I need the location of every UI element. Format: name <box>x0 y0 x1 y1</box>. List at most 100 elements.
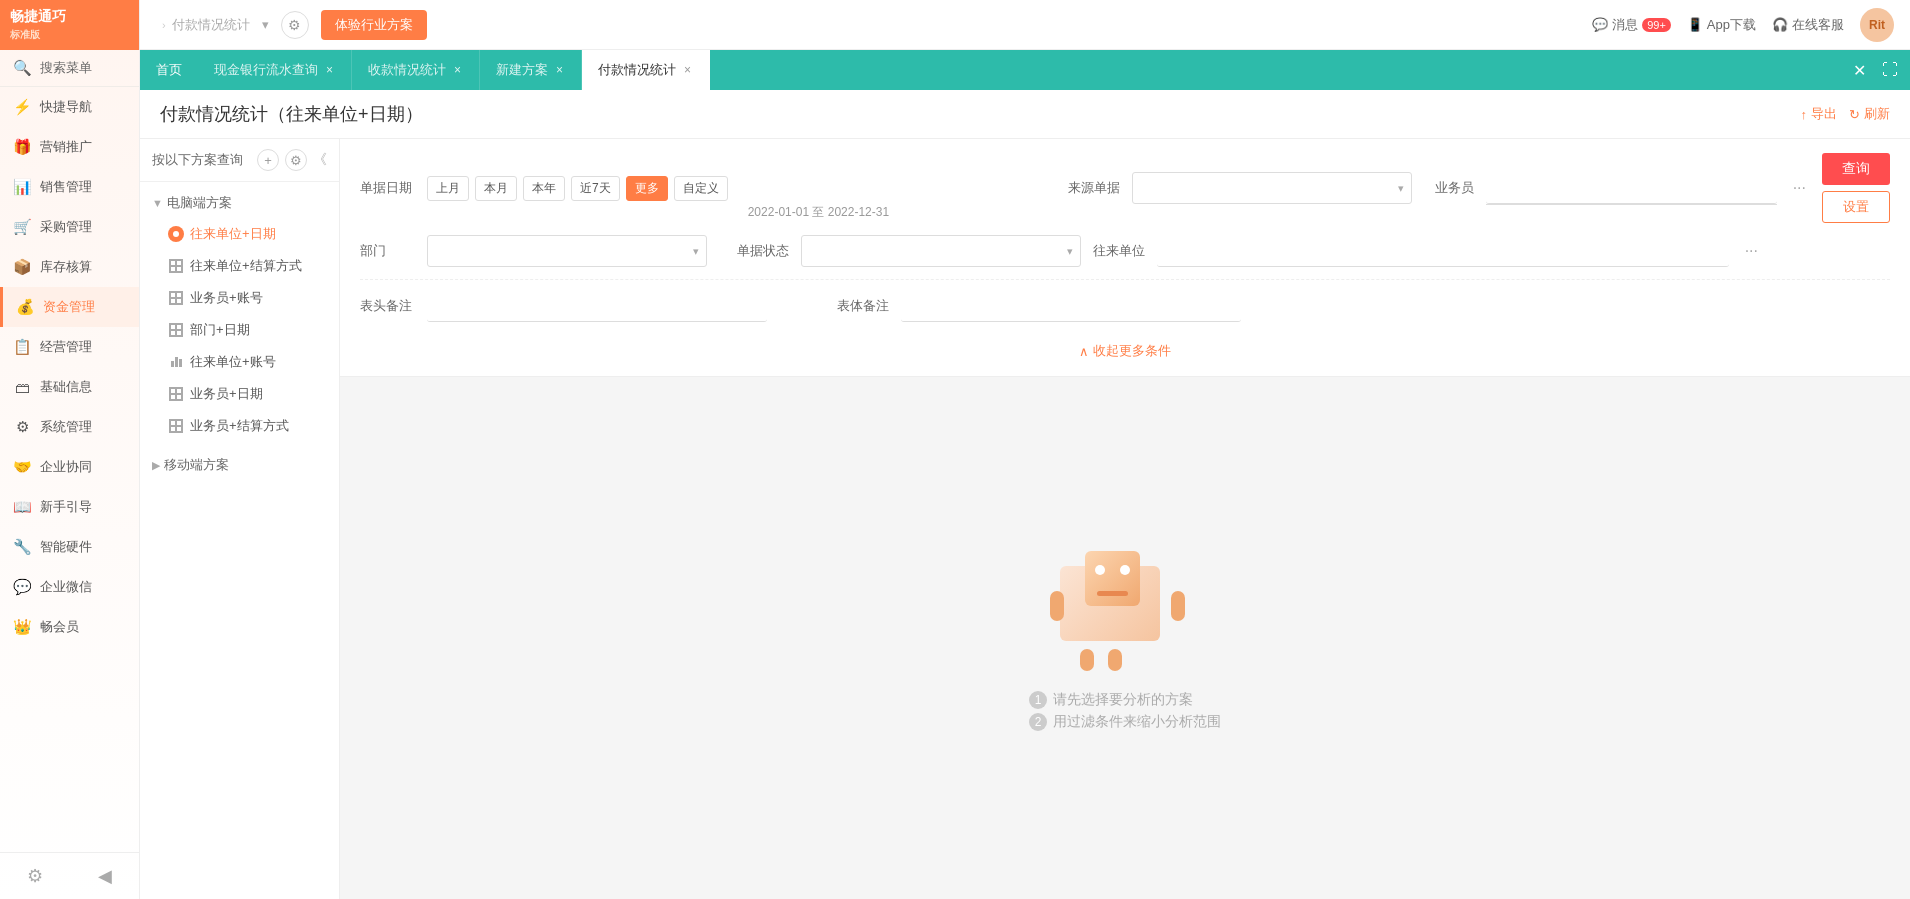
scheme-item-unit-date[interactable]: 往来单位+日期 <box>140 218 339 250</box>
tabbar: 首页 现金银行流水查询 × 收款情况统计 × 新建方案 × 付款情况统计 × ✕… <box>140 50 1910 90</box>
scheme-item-staff-account-icon <box>168 290 184 306</box>
more-dates-button[interactable]: 更多 <box>626 176 668 201</box>
this-month-button[interactable]: 本月 <box>475 176 517 201</box>
scheme-group-desktop-header[interactable]: ▼ 电脑端方案 <box>140 188 339 218</box>
sidebar-search[interactable]: 🔍 搜索菜单 <box>0 50 139 87</box>
sidebar-collapse-button[interactable]: ◀ <box>90 861 120 891</box>
sidebar-item-operations[interactable]: 📋 经营管理 <box>0 327 139 367</box>
tab-maximize-button[interactable]: ⛶ <box>1878 59 1902 81</box>
scheme-add-button[interactable]: + <box>257 149 279 171</box>
try-industry-button[interactable]: 体验行业方案 <box>321 10 427 40</box>
collapse-conditions-button[interactable]: ∧ 收起更多条件 <box>360 334 1890 368</box>
sidebar-item-hardware[interactable]: 🔧 智能硬件 <box>0 527 139 567</box>
tab-home[interactable]: 首页 <box>140 50 198 90</box>
app-download-button[interactable]: 📱 App下载 <box>1687 16 1756 34</box>
staff-label: 业务员 <box>1424 179 1474 197</box>
scheme-item-unit-settle[interactable]: 往来单位+结算方式 <box>140 250 339 282</box>
header-remark-input[interactable] <box>427 290 767 322</box>
tab-bank-flow-close[interactable]: × <box>324 62 335 78</box>
collapse-conditions-label: 收起更多条件 <box>1093 342 1171 360</box>
related-unit-more-button[interactable]: ··· <box>1741 242 1762 260</box>
tab-payment-stats-close[interactable]: × <box>682 62 693 78</box>
sidebar-item-system[interactable]: ⚙ 系统管理 <box>0 407 139 447</box>
online-service-button[interactable]: 🎧 在线客服 <box>1772 16 1844 34</box>
sidebar-item-wechat[interactable]: 💬 企业微信 <box>0 567 139 607</box>
custom-date-button[interactable]: 自定义 <box>674 176 728 201</box>
sidebar-item-inventory[interactable]: 📦 库存核算 <box>0 247 139 287</box>
sidebar-item-sales[interactable]: 📊 销售管理 <box>0 167 139 207</box>
query-button[interactable]: 查询 <box>1822 153 1890 185</box>
refresh-button[interactable]: ↻ 刷新 <box>1849 105 1890 123</box>
filter-settings-button[interactable]: 设置 <box>1822 191 1890 223</box>
sidebar-item-basic-info[interactable]: 🗃 基础信息 <box>0 367 139 407</box>
app-download-label: App下载 <box>1707 16 1756 34</box>
guide-icon: 📖 <box>12 497 32 517</box>
purchase-icon: 🛒 <box>12 217 32 237</box>
tab-new-scheme-close[interactable]: × <box>554 62 565 78</box>
export-icon: ↑ <box>1801 107 1808 122</box>
avatar[interactable]: Rit <box>1860 8 1894 42</box>
staff-more-button[interactable]: ··· <box>1789 179 1810 197</box>
last-7-days-button[interactable]: 近7天 <box>571 176 620 201</box>
search-label: 搜索菜单 <box>40 59 92 77</box>
messages-button[interactable]: 💬 消息 99+ <box>1592 16 1671 34</box>
tab-bank-flow[interactable]: 现金银行流水查询 × <box>198 50 352 90</box>
empty-state-face <box>1085 551 1140 606</box>
topbar-right: 💬 消息 99+ 📱 App下载 🎧 在线客服 Rit <box>1592 8 1894 42</box>
empty-state-num-2: 2 <box>1029 713 1047 731</box>
tab-bank-flow-label: 现金银行流水查询 <box>214 61 318 79</box>
sidebar-bottom: ⚙ ◀ <box>0 852 139 899</box>
operations-label: 经营管理 <box>40 338 92 356</box>
empty-state-tip-1: 1 请先选择要分析的方案 <box>1029 691 1221 709</box>
guide-label: 新手引导 <box>40 498 92 516</box>
scheme-collapse-button[interactable]: 《 <box>313 151 327 169</box>
message-icon: 💬 <box>1592 17 1608 32</box>
topbar-settings-button[interactable]: ⚙ <box>281 11 309 39</box>
last-month-button[interactable]: 上月 <box>427 176 469 201</box>
system-icon: ⚙ <box>12 417 32 437</box>
doc-status-select[interactable] <box>801 235 1081 267</box>
body-remark-input[interactable] <box>901 290 1241 322</box>
tab-collection-stats-close[interactable]: × <box>452 62 463 78</box>
inventory-label: 库存核算 <box>40 258 92 276</box>
wechat-icon: 💬 <box>12 577 32 597</box>
sidebar: 畅捷通巧 标准版 🔍 搜索菜单 ⚡ 快捷导航 🎁 营销推广 📊 销售管理 🛒 采… <box>0 0 140 899</box>
tab-new-scheme[interactable]: 新建方案 × <box>480 50 582 90</box>
search-icon: 🔍 <box>12 58 32 78</box>
tab-close-all-button[interactable]: ✕ <box>1849 59 1870 82</box>
this-year-button[interactable]: 本年 <box>523 176 565 201</box>
scheme-group-mobile[interactable]: ▶ 移动端方案 <box>140 448 339 482</box>
source-doc-label: 来源单据 <box>1050 179 1120 197</box>
dept-select[interactable] <box>427 235 707 267</box>
funds-label: 资金管理 <box>43 298 95 316</box>
breadcrumb-dropdown-icon[interactable]: ▾ <box>262 17 269 32</box>
scheme-item-dept-date[interactable]: 部门+日期 <box>140 314 339 346</box>
staff-input[interactable] <box>1486 172 1776 204</box>
tab-collection-stats[interactable]: 收款情况统计 × <box>352 50 480 90</box>
scheme-header-actions: + ⚙ 《 <box>257 149 327 171</box>
scheme-settings-button[interactable]: ⚙ <box>285 149 307 171</box>
tab-payment-stats[interactable]: 付款情况统计 × <box>582 50 710 90</box>
scheme-item-staff-date[interactable]: 业务员+日期 <box>140 378 339 410</box>
quick-nav-icon: ⚡ <box>12 97 32 117</box>
export-button[interactable]: ↑ 导出 <box>1801 105 1838 123</box>
sidebar-item-purchase[interactable]: 🛒 采购管理 <box>0 207 139 247</box>
sidebar-item-enterprise[interactable]: 🤝 企业协同 <box>0 447 139 487</box>
scheme-item-staff-settle-label: 业务员+结算方式 <box>190 417 289 435</box>
scheme-header: 按以下方案查询 + ⚙ 《 <box>140 139 339 182</box>
scheme-item-staff-settle[interactable]: 业务员+结算方式 <box>140 410 339 442</box>
sidebar-item-guide[interactable]: 📖 新手引导 <box>0 487 139 527</box>
topbar: › 付款情况统计 ▾ ⚙ 体验行业方案 💬 消息 99+ 📱 App下载 🎧 在… <box>140 0 1910 50</box>
related-unit-input[interactable] <box>1157 235 1729 267</box>
sidebar-item-funds[interactable]: 💰 资金管理 <box>0 287 139 327</box>
sidebar-item-vip[interactable]: 👑 畅会员 <box>0 607 139 647</box>
scheme-item-staff-account[interactable]: 业务员+账号 <box>140 282 339 314</box>
sidebar-item-quick-nav[interactable]: ⚡ 快捷导航 <box>0 87 139 127</box>
sidebar-settings-button[interactable]: ⚙ <box>19 861 51 891</box>
scheme-item-unit-account[interactable]: 往来单位+账号 <box>140 346 339 378</box>
sidebar-item-marketing[interactable]: 🎁 营销推广 <box>0 127 139 167</box>
sales-label: 销售管理 <box>40 178 92 196</box>
related-unit-input-wrap <box>1157 235 1729 267</box>
scheme-item-staff-date-label: 业务员+日期 <box>190 385 263 403</box>
source-doc-select[interactable] <box>1132 172 1412 204</box>
